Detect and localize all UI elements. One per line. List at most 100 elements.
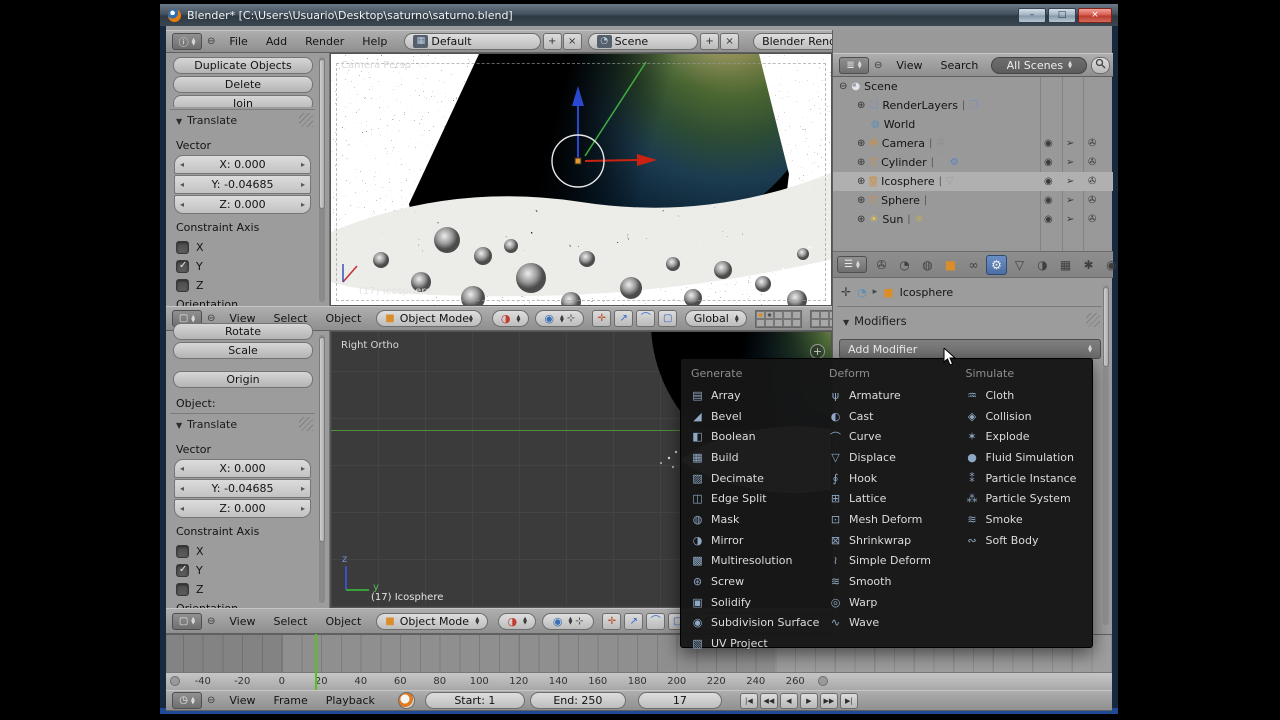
panel-grip[interactable] <box>1086 313 1100 327</box>
outliner-item-camera[interactable]: ⊕ ✇ Camera | ✇ ◉ ➢ ✇ <box>833 134 1113 153</box>
viewport-camera[interactable]: Camera Persp (17) Icosphere <box>330 53 832 306</box>
wave-modifier-icon[interactable]: ∿ Wave <box>819 613 956 634</box>
pin-icon[interactable]: ✛ <box>841 285 851 299</box>
world-tab-icon[interactable]: ◍ <box>917 255 938 275</box>
displace-modifier-icon[interactable]: ▽ Displace <box>819 447 956 468</box>
viewport-menu-item[interactable]: View <box>220 615 264 628</box>
hide-eye-icon[interactable]: ◉ <box>1044 157 1053 168</box>
tool-button[interactable]: Origin <box>173 371 313 388</box>
modifiers-tab-wrench-icon[interactable]: ⚙ <box>986 254 1007 275</box>
search-icon[interactable] <box>1091 56 1111 74</box>
manipulator-translate-icon[interactable]: ✛ <box>602 612 622 630</box>
translate-y-field[interactable]: Y: -0.04685 <box>174 479 311 498</box>
info-menu-item[interactable]: File <box>220 35 256 48</box>
breadcrumb-object-name[interactable]: Icosphere <box>900 286 954 299</box>
expand-icon[interactable]: ⊕ <box>857 157 865 168</box>
fluid-simulation-modifier-icon[interactable]: ● Fluid Simulation <box>956 447 1093 468</box>
expand-icon[interactable]: ⊕ <box>857 176 865 187</box>
mode-selector[interactable]: ■ Object Mode <box>376 310 482 327</box>
play-button[interactable]: ▶ <box>799 692 818 709</box>
build-modifier-icon[interactable]: ▦ Build <box>681 447 819 468</box>
show-properties-region-button[interactable]: + <box>810 344 825 359</box>
modifiers-panel-header[interactable]: Modifiers <box>843 314 907 328</box>
manipulator-arrow-icon[interactable]: ↗ <box>624 612 644 630</box>
mode-selector[interactable]: ■ Object Mode <box>376 612 489 630</box>
hide-eye-icon[interactable]: ◉ <box>1044 138 1053 149</box>
viewport-menu-item[interactable]: Select <box>265 615 317 628</box>
mesh-deform-modifier-icon[interactable]: ⊡ Mesh Deform <box>819 509 956 530</box>
mirror-modifier-icon[interactable]: ◑ Mirror <box>681 530 819 551</box>
manipulator-rotate-icon[interactable]: ⌒ <box>646 612 666 630</box>
constraint-y-checkbox[interactable] <box>176 564 189 577</box>
texture-tab-icon[interactable]: ▦ <box>1055 255 1076 275</box>
edge-split-modifier-icon[interactable]: ◫ Edge Split <box>681 488 819 509</box>
cast-modifier-icon[interactable]: ◐ Cast <box>819 406 956 427</box>
timeline-scroll-cap-right[interactable] <box>818 676 828 686</box>
outliner-item-sun[interactable]: ⊕ ☀ Sun | ☼ ◉ ➢ ✇ <box>833 210 1113 229</box>
add-modifier-dropdown[interactable]: Add Modifier <box>839 339 1101 359</box>
add-scene-button[interactable]: + <box>700 33 720 50</box>
restrict-render-icon[interactable]: ✇ <box>1088 195 1096 206</box>
physics-tab-icon[interactable]: ◉ <box>1101 255 1122 275</box>
shrinkwrap-modifier-icon[interactable]: ⊠ Shrinkwrap <box>819 530 956 551</box>
restrict-render-icon[interactable]: ✇ <box>1088 176 1096 187</box>
decimate-modifier-icon[interactable]: ▨ Decimate <box>681 468 819 489</box>
constraints-tab-icon[interactable]: ∞ <box>963 255 984 275</box>
armature-modifier-icon[interactable]: ψ Armature <box>819 385 956 406</box>
soft-body-modifier-icon[interactable]: ∾ Soft Body <box>956 530 1093 551</box>
hook-modifier-icon[interactable]: ∮ Hook <box>819 468 956 489</box>
viewport-editor-type-button[interactable]: ▢ <box>172 612 202 630</box>
pivot-selector[interactable]: ◉ ⊹ <box>542 612 595 630</box>
smooth-modifier-icon[interactable]: ≋ Smooth <box>819 571 956 592</box>
maximize-button[interactable]: □ <box>1048 7 1076 23</box>
particles-tab-icon[interactable]: ✱ <box>1078 255 1099 275</box>
delete-scene-button[interactable]: × <box>720 33 740 50</box>
restrict-render-icon[interactable]: ✇ <box>1088 157 1096 168</box>
tool-button[interactable]: Delete <box>173 76 313 93</box>
timeline-scroll-cap-left[interactable] <box>170 676 180 686</box>
translate-z-field[interactable]: Z: 0.000 <box>174 195 311 214</box>
restrict-select-icon[interactable]: ➢ <box>1066 157 1074 168</box>
expand-icon[interactable]: ⊕ <box>857 195 865 206</box>
outliner-item-renderlayers[interactable]: ⊕ ❏ RenderLayers | ❐ <box>833 96 1113 115</box>
constraint-x-checkbox[interactable] <box>176 545 189 558</box>
timeline-ruler[interactable]: -40 -20 0 20 40 60 80 100 120 140 160 180 200 220 240 2… <box>166 672 1112 690</box>
auto-keyframe-record-button[interactable] <box>397 692 415 709</box>
array-modifier-icon[interactable]: ▤ Array <box>681 385 819 406</box>
pivot-selector[interactable]: ◉ ⊹ <box>535 310 585 327</box>
expand-icon[interactable]: ⊕ <box>857 138 865 149</box>
expand-icon[interactable]: ⊕ <box>857 100 865 111</box>
hide-eye-icon[interactable]: ◉ <box>1044 176 1053 187</box>
close-button[interactable]: × <box>1078 7 1112 23</box>
translate-x-field[interactable]: X: 0.000 <box>174 155 311 174</box>
outliner-menu-item[interactable]: Search <box>932 59 988 72</box>
timeline-menu-item[interactable]: Playback <box>317 694 384 707</box>
timeline-menu-item[interactable]: Frame <box>265 694 317 707</box>
tool-button[interactable]: Rotate <box>173 323 313 340</box>
manipulator-translate-icon[interactable]: ✛ <box>592 310 612 327</box>
restrict-render-icon[interactable]: ✇ <box>1088 214 1096 225</box>
constraint-z-checkbox[interactable] <box>176 279 189 292</box>
cloth-modifier-icon[interactable]: ♒ Cloth <box>956 385 1093 406</box>
info-menu-item[interactable]: Help <box>353 35 396 48</box>
timeline-editor-type-button[interactable]: ◷ <box>172 692 202 709</box>
tool-button[interactable]: Duplicate Objects <box>173 57 313 74</box>
transform-orientation-selector[interactable]: Global <box>685 310 748 327</box>
simple-deform-modifier-icon[interactable]: ≀ Simple Deform <box>819 551 956 572</box>
manipulator-scale-icon[interactable]: ▢ <box>658 310 678 327</box>
outliner-item-world[interactable]: ◍ World <box>833 115 1113 134</box>
info-menu-item[interactable]: Render <box>296 35 353 48</box>
tool-shelf-scrollbar-thumb[interactable] <box>319 59 325 209</box>
hide-eye-icon[interactable]: ◉ <box>1044 214 1053 225</box>
properties-editor-type-button[interactable]: ☰ <box>837 256 867 273</box>
jump-to-end-button[interactable]: ▶| <box>839 692 858 709</box>
outliner-item-sphere[interactable]: ⊕ ▽ Sphere | ▽ ◉ ➢ ✇ <box>833 191 1113 210</box>
bevel-modifier-icon[interactable]: ◢ Bevel <box>681 406 819 427</box>
collapse-menus-icon[interactable]: ⊖ <box>202 36 220 47</box>
particle-instance-modifier-icon[interactable]: ⁑ Particle Instance <box>956 468 1093 489</box>
translate-x-field[interactable]: X: 0.000 <box>174 459 311 478</box>
shading-selector[interactable]: ◑ <box>498 612 537 630</box>
manipulator-toggle-icon[interactable]: ⊹ <box>567 313 575 324</box>
outliner-editor-type-button[interactable]: ≣ <box>839 56 869 74</box>
tool-shelf-scrollbar-thumb[interactable] <box>319 337 325 542</box>
